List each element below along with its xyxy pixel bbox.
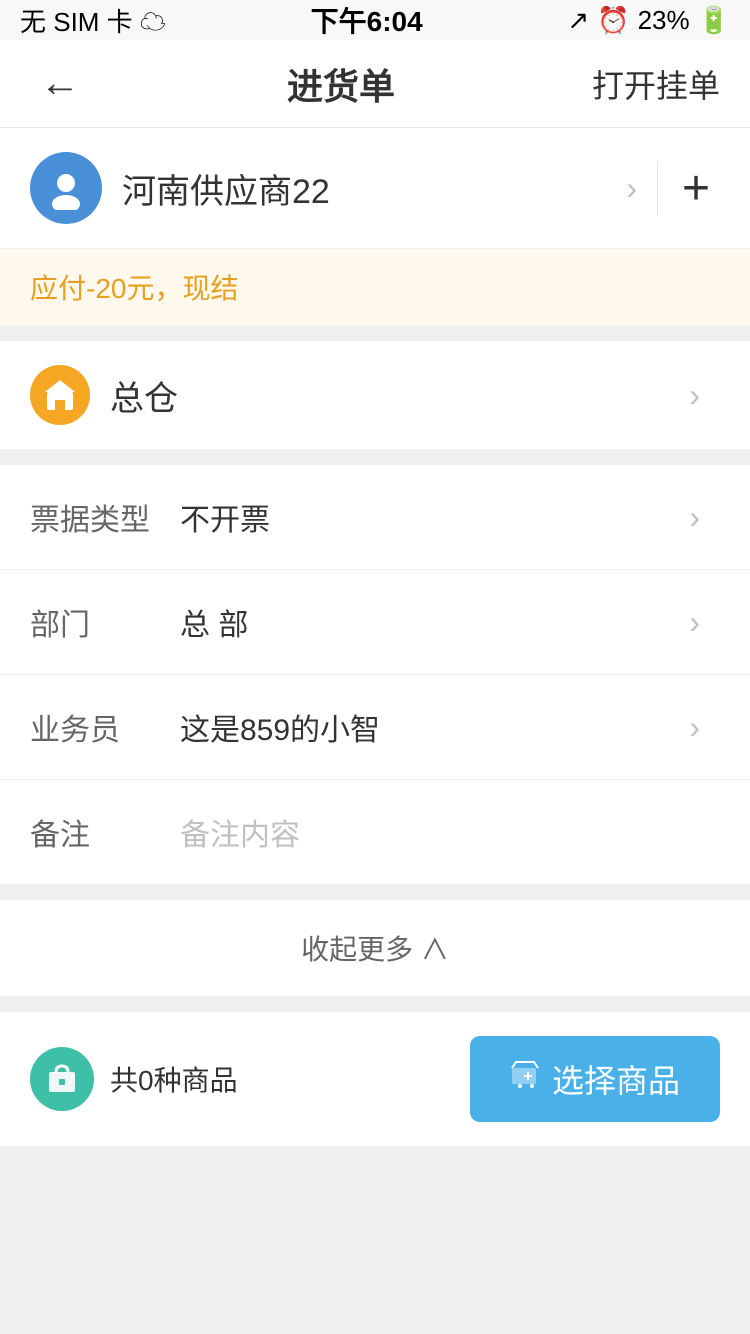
warehouse-icon [30, 365, 90, 425]
department-value: 总 部 [150, 600, 689, 644]
invoice-type-row[interactable]: 票据类型 不开票 › [0, 465, 750, 570]
salesperson-label: 业务员 [30, 705, 150, 749]
chevron-right-icon: › [689, 499, 700, 536]
status-bar: 无 SIM 卡 ☁ 下午6:04 ↗ ⏰ 23% 🔋 [0, 0, 750, 40]
open-pending-button[interactable]: 打开挂单 [592, 61, 720, 107]
chevron-right-icon: › [689, 709, 700, 746]
status-time: 下午6:04 [311, 0, 423, 40]
salesperson-row[interactable]: 业务员 这是859的小智 › [0, 675, 750, 780]
remark-label: 备注 [30, 810, 150, 854]
main-content: 河南供应商22 › + 应付-20元，现结 总仓 › 票据类型 不开票 › 部门… [0, 128, 750, 1146]
location-icon: ↗ [567, 5, 589, 36]
chevron-right-icon: › [689, 377, 700, 414]
product-icon-circle [30, 1047, 94, 1111]
remark-input[interactable]: 备注内容 [150, 810, 720, 854]
signal-text: 无 SIM 卡 ☁ [20, 2, 166, 39]
chevron-right-icon: › [626, 170, 637, 207]
form-section: 票据类型 不开票 › 部门 总 部 › 业务员 这是859的小智 › 备注 备注… [0, 465, 750, 884]
supplier-row[interactable]: 河南供应商22 › + [0, 128, 750, 249]
product-count-text: 共0种商品 [110, 1059, 238, 1099]
status-left: 无 SIM 卡 ☁ [20, 2, 166, 39]
product-count-wrap: 共0种商品 [30, 1047, 238, 1111]
cart-icon [510, 1060, 540, 1098]
add-supplier-button[interactable]: + [657, 161, 720, 216]
alarm-icon: ⏰ [597, 5, 629, 36]
department-row[interactable]: 部门 总 部 › [0, 570, 750, 675]
warehouse-row[interactable]: 总仓 › [0, 341, 750, 449]
salesperson-value: 这是859的小智 [150, 705, 689, 749]
supplier-avatar [30, 152, 102, 224]
supplier-section: 河南供应商22 › + 应付-20元，现结 [0, 128, 750, 325]
collapse-label: 收起更多 ∧ [301, 928, 449, 968]
invoice-type-label: 票据类型 [30, 495, 150, 539]
supplier-name: 河南供应商22 [122, 164, 626, 213]
bottom-bar: 共0种商品 选择商品 [0, 1012, 750, 1146]
warehouse-name: 总仓 [110, 371, 689, 420]
battery-text: 23% [638, 5, 690, 36]
collapse-button[interactable]: 收起更多 ∧ [0, 900, 750, 996]
chevron-right-icon: › [689, 604, 700, 641]
select-product-button[interactable]: 选择商品 [470, 1036, 720, 1122]
select-product-label: 选择商品 [552, 1056, 680, 1102]
nav-bar: ← 进货单 打开挂单 [0, 40, 750, 128]
page-title: 进货单 [287, 58, 395, 110]
remark-row[interactable]: 备注 备注内容 [0, 780, 750, 884]
status-right: ↗ ⏰ 23% 🔋 [567, 5, 730, 36]
invoice-type-value: 不开票 [150, 495, 689, 539]
payment-notice: 应付-20元，现结 [0, 249, 750, 325]
back-button[interactable]: ← [30, 51, 90, 116]
department-label: 部门 [30, 600, 150, 644]
battery-icon: 🔋 [698, 5, 730, 36]
